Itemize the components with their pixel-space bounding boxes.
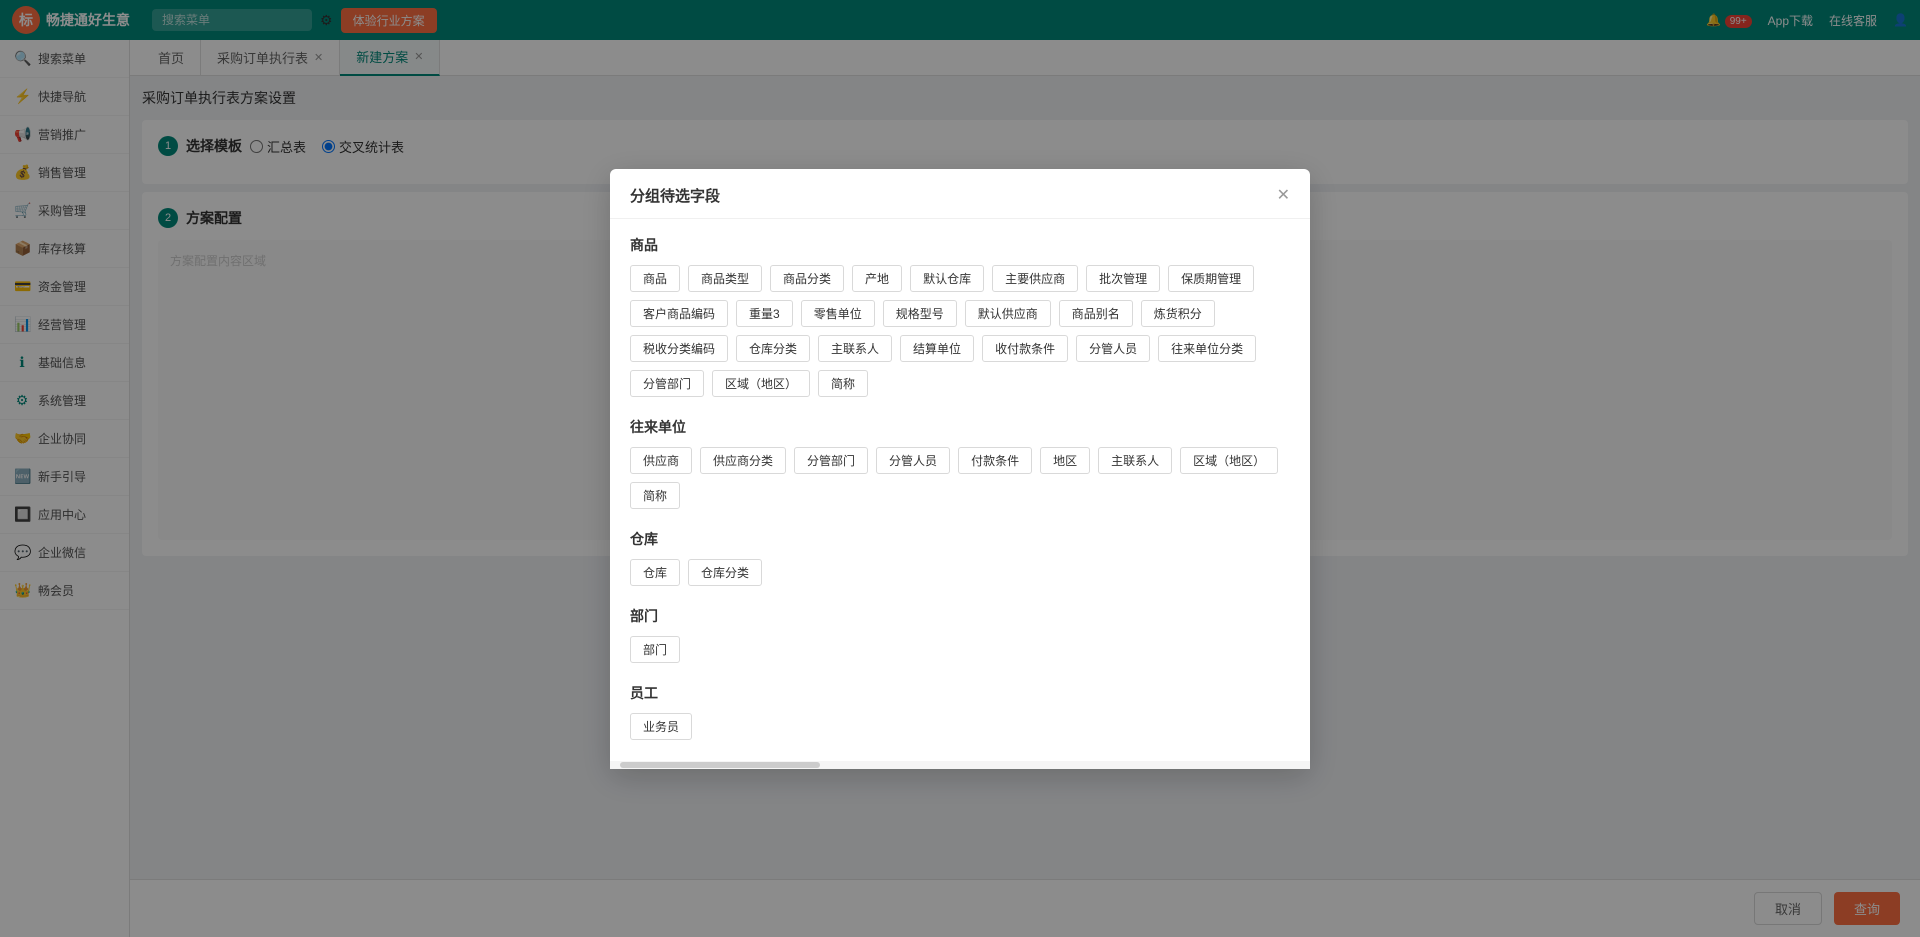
field-section-title-0: 商品 <box>630 235 1290 255</box>
field-tag-0-0[interactable]: 商品 <box>630 265 680 292</box>
field-tag-0-5[interactable]: 主要供应商 <box>992 265 1078 292</box>
field-section-3: 部门部门 <box>630 606 1290 663</box>
field-tag-0-16[interactable]: 仓库分类 <box>736 335 810 362</box>
field-tag-1-4[interactable]: 付款条件 <box>958 447 1032 474</box>
field-tag-0-18[interactable]: 结算单位 <box>900 335 974 362</box>
field-tag-1-0[interactable]: 供应商 <box>630 447 692 474</box>
field-tag-0-6[interactable]: 批次管理 <box>1086 265 1160 292</box>
field-tag-0-13[interactable]: 商品别名 <box>1059 300 1133 327</box>
modal-header: 分组待选字段 ✕ <box>610 169 1310 219</box>
field-tag-1-1[interactable]: 供应商分类 <box>700 447 786 474</box>
field-section-title-4: 员工 <box>630 683 1290 703</box>
field-tag-0-23[interactable]: 区域（地区） <box>712 370 810 397</box>
field-tag-0-20[interactable]: 分管人员 <box>1076 335 1150 362</box>
field-tag-0-9[interactable]: 重量3 <box>736 300 793 327</box>
modal-close-button[interactable]: ✕ <box>1277 185 1290 205</box>
field-tag-0-15[interactable]: 税收分类编码 <box>630 335 728 362</box>
field-section-4: 员工业务员 <box>630 683 1290 740</box>
field-tag-1-3[interactable]: 分管人员 <box>876 447 950 474</box>
field-section-title-1: 往来单位 <box>630 417 1290 437</box>
field-tag-0-21[interactable]: 往来单位分类 <box>1158 335 1256 362</box>
field-tags-4: 业务员 <box>630 713 1290 740</box>
field-tag-0-12[interactable]: 默认供应商 <box>965 300 1051 327</box>
field-section-title-3: 部门 <box>630 606 1290 626</box>
field-tag-0-10[interactable]: 零售单位 <box>801 300 875 327</box>
field-tag-0-14[interactable]: 炼货积分 <box>1141 300 1215 327</box>
field-tag-0-24[interactable]: 简称 <box>818 370 868 397</box>
field-section-2: 仓库仓库仓库分类 <box>630 529 1290 586</box>
modal-title: 分组待选字段 <box>630 185 720 206</box>
field-section-1: 往来单位供应商供应商分类分管部门分管人员付款条件地区主联系人区域（地区） 简称 <box>630 417 1290 509</box>
modal-hscroll-thumb <box>620 762 820 768</box>
field-tag-0-4[interactable]: 默认仓库 <box>910 265 984 292</box>
field-tags-0: 商品商品类型商品分类产地默认仓库主要供应商批次管理保质期管理客户商品编码重量3 零… <box>630 265 1290 397</box>
field-tags-1: 供应商供应商分类分管部门分管人员付款条件地区主联系人区域（地区） 简称 <box>630 447 1290 509</box>
field-tag-1-6[interactable]: 主联系人 <box>1098 447 1172 474</box>
field-tag-0-8[interactable]: 客户商品编码 <box>630 300 728 327</box>
field-tag-0-7[interactable]: 保质期管理 <box>1168 265 1254 292</box>
field-tag-0-17[interactable]: 主联系人 <box>818 335 892 362</box>
field-tag-0-2[interactable]: 商品分类 <box>770 265 844 292</box>
field-section-title-2: 仓库 <box>630 529 1290 549</box>
field-section-0: 商品商品商品类型商品分类产地默认仓库主要供应商批次管理保质期管理客户商品编码重量… <box>630 235 1290 397</box>
field-tag-0-3[interactable]: 产地 <box>852 265 902 292</box>
field-tag-1-7[interactable]: 区域（地区） <box>1180 447 1278 474</box>
field-select-modal: 分组待选字段 ✕ 商品商品商品类型商品分类产地默认仓库主要供应商批次管理保质期管… <box>610 169 1310 769</box>
field-tags-2: 仓库仓库分类 <box>630 559 1290 586</box>
field-tag-3-0[interactable]: 部门 <box>630 636 680 663</box>
field-tag-1-2[interactable]: 分管部门 <box>794 447 868 474</box>
field-tag-1-5[interactable]: 地区 <box>1040 447 1090 474</box>
field-tag-1-8[interactable]: 简称 <box>630 482 680 509</box>
field-tag-2-1[interactable]: 仓库分类 <box>688 559 762 586</box>
modal-horizontal-scrollbar[interactable] <box>610 761 1310 769</box>
field-tag-0-11[interactable]: 规格型号 <box>883 300 957 327</box>
modal-body: 商品商品商品类型商品分类产地默认仓库主要供应商批次管理保质期管理客户商品编码重量… <box>610 219 1310 761</box>
modal-overlay: 分组待选字段 ✕ 商品商品商品类型商品分类产地默认仓库主要供应商批次管理保质期管… <box>0 0 1920 937</box>
field-tag-0-1[interactable]: 商品类型 <box>688 265 762 292</box>
field-tags-3: 部门 <box>630 636 1290 663</box>
field-tag-2-0[interactable]: 仓库 <box>630 559 680 586</box>
field-tag-0-19[interactable]: 收付款条件 <box>982 335 1068 362</box>
field-tag-4-0[interactable]: 业务员 <box>630 713 692 740</box>
field-tag-0-22[interactable]: 分管部门 <box>630 370 704 397</box>
